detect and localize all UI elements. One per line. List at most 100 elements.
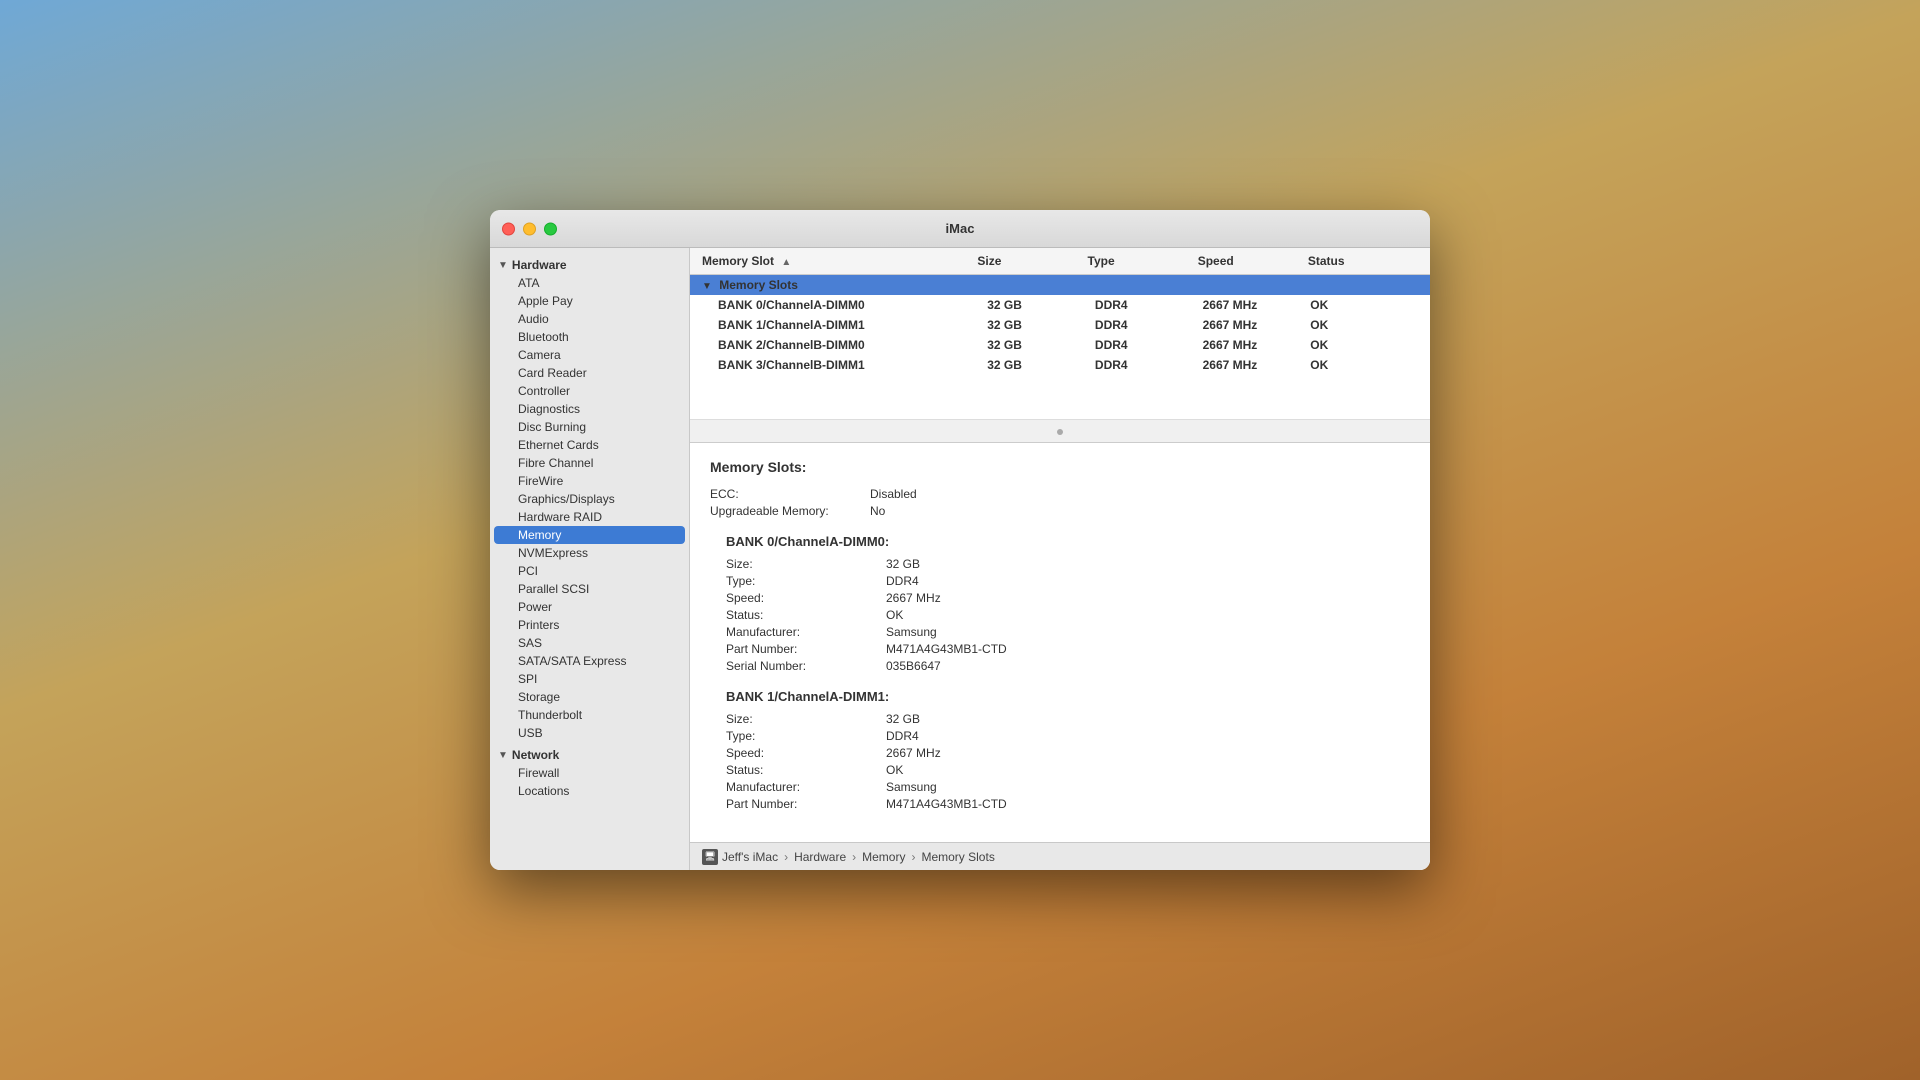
- detail-label: Size:: [726, 712, 886, 726]
- breadcrumb-item-2: Memory: [862, 850, 905, 864]
- detail-value: 035B6647: [886, 659, 941, 673]
- sidebar-item-spi[interactable]: SPI: [490, 670, 689, 688]
- table-section: Memory Slot ▲ Size Type Speed Status ▼ M…: [690, 248, 1430, 443]
- statusbar: 🖥 Jeff's iMac › Hardware › Memory › Memo…: [690, 842, 1430, 870]
- sidebar-item-firewall[interactable]: Firewall: [490, 764, 689, 782]
- sidebar-item-controller[interactable]: Controller: [490, 382, 689, 400]
- sidebar-item-locations[interactable]: Locations: [490, 782, 689, 800]
- breadcrumb-sep-0: ›: [784, 850, 788, 864]
- sidebar-item-card-reader[interactable]: Card Reader: [490, 364, 689, 382]
- sidebar-item-parallel-scsi[interactable]: Parallel SCSI: [490, 580, 689, 598]
- col-header-speed[interactable]: Speed: [1198, 254, 1308, 268]
- detail-value: 32 GB: [886, 712, 920, 726]
- detail-value: Samsung: [886, 625, 937, 639]
- sidebar-item-hardware-raid[interactable]: Hardware RAID: [490, 508, 689, 526]
- hardware-triangle-icon: ▼: [498, 260, 508, 271]
- main-window: iMac ▼ Hardware ATAApple PayAudioBluetoo…: [490, 210, 1430, 870]
- sort-arrow-icon: ▲: [781, 257, 791, 268]
- sidebar-item-diagnostics[interactable]: Diagnostics: [490, 400, 689, 418]
- group-label: ▼ Memory Slots: [702, 278, 977, 292]
- sidebar-hardware-header[interactable]: ▼ Hardware: [490, 256, 689, 274]
- sidebar-item-thunderbolt[interactable]: Thunderbolt: [490, 706, 689, 724]
- sidebar-item-ethernet-cards[interactable]: Ethernet Cards: [490, 436, 689, 454]
- col-header-type[interactable]: Type: [1088, 254, 1198, 268]
- table-row[interactable]: BANK 1/ChannelA-DIMM1 32 GB DDR4 2667 MH…: [690, 315, 1430, 335]
- sidebar-item-audio[interactable]: Audio: [490, 310, 689, 328]
- detail-row: Manufacturer: Samsung: [726, 780, 1410, 794]
- breadcrumb-item-3: Memory Slots: [921, 850, 994, 864]
- network-label: Network: [512, 748, 559, 762]
- detail-row: Speed: 2667 MHz: [726, 746, 1410, 760]
- detail-label: Serial Number:: [726, 659, 886, 673]
- sidebar-item-disc-burning[interactable]: Disc Burning: [490, 418, 689, 436]
- sidebar-item-usb[interactable]: USB: [490, 724, 689, 742]
- sidebar-item-pci[interactable]: PCI: [490, 562, 689, 580]
- sidebar: ▼ Hardware ATAApple PayAudioBluetoothCam…: [490, 248, 690, 870]
- sidebar-item-ata[interactable]: ATA: [490, 274, 689, 292]
- cell-type: DDR4: [1095, 298, 1203, 312]
- col-header-slot[interactable]: Memory Slot ▲: [702, 254, 977, 268]
- window-title: iMac: [946, 221, 975, 236]
- detail-top-fields: ECC: Disabled Upgradeable Memory: No: [710, 487, 1410, 518]
- detail-section: Memory Slots: ECC: Disabled Upgradeable …: [690, 443, 1430, 842]
- detail-row: ECC: Disabled: [710, 487, 1410, 501]
- cell-size: 32 GB: [987, 298, 1095, 312]
- detail-row: Part Number: M471A4G43MB1-CTD: [726, 642, 1410, 656]
- table-row[interactable]: BANK 3/ChannelB-DIMM1 32 GB DDR4 2667 MH…: [690, 355, 1430, 375]
- detail-row: Size: 32 GB: [726, 712, 1410, 726]
- close-button[interactable]: [502, 222, 515, 235]
- detail-value: 2667 MHz: [886, 591, 941, 605]
- detail-label: Status:: [726, 763, 886, 777]
- breadcrumb-item-1: Hardware: [794, 850, 846, 864]
- sidebar-item-nvmexpress[interactable]: NVMExpress: [490, 544, 689, 562]
- detail-row: Upgradeable Memory: No: [710, 504, 1410, 518]
- cell-slot: BANK 3/ChannelB-DIMM1: [718, 358, 987, 372]
- window-body: ▼ Hardware ATAApple PayAudioBluetoothCam…: [490, 248, 1430, 870]
- detail-row: Part Number: M471A4G43MB1-CTD: [726, 797, 1410, 811]
- detail-row: Size: 32 GB: [726, 557, 1410, 571]
- detail-value: OK: [886, 608, 903, 622]
- table-rows: BANK 0/ChannelA-DIMM0 32 GB DDR4 2667 MH…: [690, 295, 1430, 375]
- imac-icon: 🖥: [702, 849, 718, 865]
- detail-value: DDR4: [886, 574, 919, 588]
- col-header-size[interactable]: Size: [977, 254, 1087, 268]
- sidebar-item-sata-express[interactable]: SATA/SATA Express: [490, 652, 689, 670]
- table-row[interactable]: BANK 0/ChannelA-DIMM0 32 GB DDR4 2667 MH…: [690, 295, 1430, 315]
- main-content: Memory Slot ▲ Size Type Speed Status ▼ M…: [690, 248, 1430, 870]
- sidebar-item-power[interactable]: Power: [490, 598, 689, 616]
- detail-value: Samsung: [886, 780, 937, 794]
- detail-row: Manufacturer: Samsung: [726, 625, 1410, 639]
- sidebar-network-header[interactable]: ▼ Network: [490, 746, 689, 764]
- sidebar-item-apple-pay[interactable]: Apple Pay: [490, 292, 689, 310]
- sidebar-item-fibre-channel[interactable]: Fibre Channel: [490, 454, 689, 472]
- sidebar-item-firewire[interactable]: FireWire: [490, 472, 689, 490]
- col-header-status[interactable]: Status: [1308, 254, 1418, 268]
- table-header: Memory Slot ▲ Size Type Speed Status: [690, 248, 1430, 275]
- bank-details: Size: 32 GB Type: DDR4 Speed: 2667 MHz S…: [726, 712, 1410, 811]
- bank-header: BANK 1/ChannelA-DIMM1:: [726, 689, 1410, 704]
- sidebar-item-sas[interactable]: SAS: [490, 634, 689, 652]
- maximize-button[interactable]: [544, 222, 557, 235]
- detail-label: Manufacturer:: [726, 780, 886, 794]
- detail-label: Part Number:: [726, 797, 886, 811]
- detail-value: 2667 MHz: [886, 746, 941, 760]
- sidebar-items: ATAApple PayAudioBluetoothCameraCard Rea…: [490, 274, 689, 742]
- detail-label: ECC:: [710, 487, 870, 501]
- table-row[interactable]: BANK 2/ChannelB-DIMM0 32 GB DDR4 2667 MH…: [690, 335, 1430, 355]
- sidebar-item-printers[interactable]: Printers: [490, 616, 689, 634]
- breadcrumb-item-0: Jeff's iMac: [722, 850, 778, 864]
- cell-status: OK: [1310, 318, 1418, 332]
- sidebar-item-camera[interactable]: Camera: [490, 346, 689, 364]
- group-triangle-icon: ▼: [702, 281, 712, 292]
- sidebar-item-memory[interactable]: Memory: [494, 526, 685, 544]
- sidebar-item-storage[interactable]: Storage: [490, 688, 689, 706]
- sidebar-item-graphics-displays[interactable]: Graphics/Displays: [490, 490, 689, 508]
- cell-speed: 2667 MHz: [1203, 338, 1311, 352]
- detail-label: Size:: [726, 557, 886, 571]
- detail-row: Speed: 2667 MHz: [726, 591, 1410, 605]
- cell-type: DDR4: [1095, 358, 1203, 372]
- minimize-button[interactable]: [523, 222, 536, 235]
- detail-label: Speed:: [726, 746, 886, 760]
- sidebar-item-bluetooth[interactable]: Bluetooth: [490, 328, 689, 346]
- table-group-row[interactable]: ▼ Memory Slots: [690, 275, 1430, 295]
